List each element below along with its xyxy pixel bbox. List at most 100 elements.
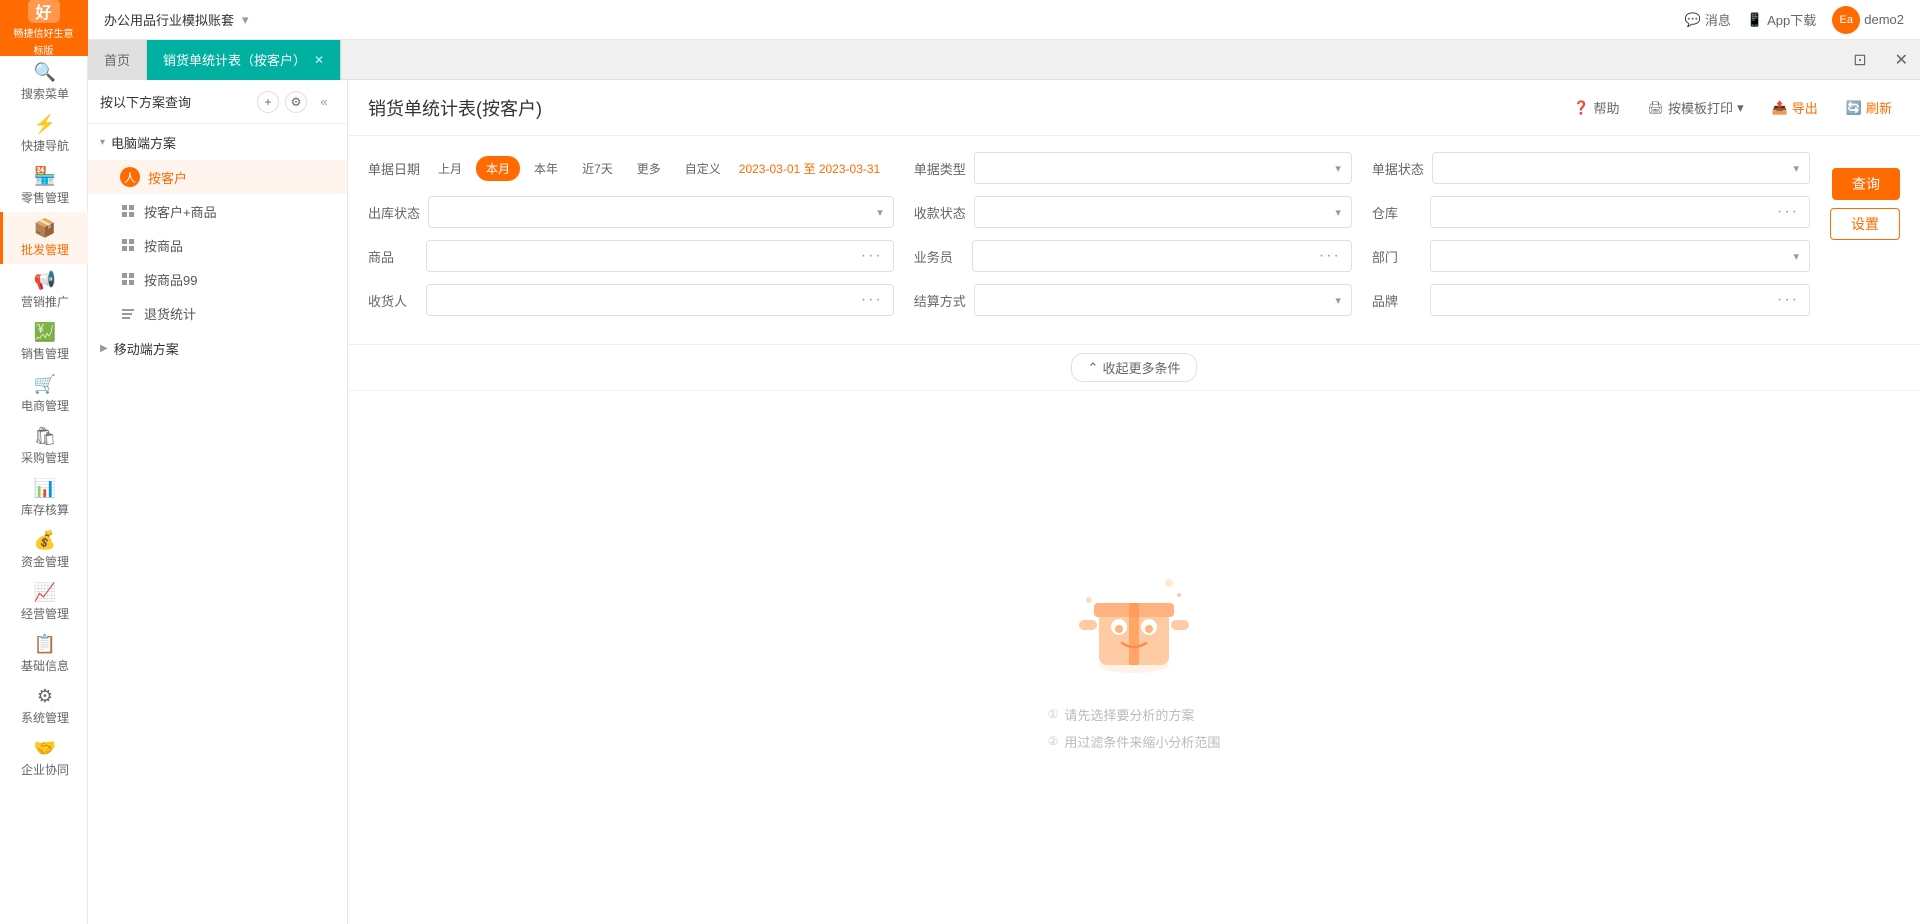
date-btn-this-year[interactable]: 本年 <box>524 156 568 181</box>
help-button[interactable]: ❓ 帮助 <box>1565 94 1627 121</box>
date-btn-custom[interactable]: 自定义 <box>675 156 731 181</box>
print-button[interactable]: 🖨 按模板打印 ▾ <box>1640 94 1752 121</box>
tab-home[interactable]: 首页 <box>88 40 147 80</box>
order-type-filter: 单据类型 ▾ <box>914 152 1352 184</box>
mobile-group-arrow: ▶ <box>100 343 108 354</box>
sidebar-item-system[interactable]: ⚙ 系统管理 <box>0 680 88 732</box>
app-download-label: App下载 <box>1767 10 1816 29</box>
scheme-item-by-customer[interactable]: 人 按客户 <box>88 160 347 194</box>
scheme-header-icons: + ⚙ « <box>257 91 335 113</box>
sidebar-label-collab: 企业协同 <box>21 761 69 778</box>
goods-select[interactable]: ··· <box>426 240 894 272</box>
sidebar-item-wholesale[interactable]: 📦 批发管理 <box>0 212 88 264</box>
scheme-item-return-stats[interactable]: 退货统计 <box>88 296 347 330</box>
app-download-button[interactable]: 📱 App下载 <box>1747 10 1816 29</box>
scheme-header-title: 按以下方案查询 <box>100 92 191 111</box>
payment-filter: 结算方式 ▾ <box>914 284 1352 316</box>
tab-maximize-button[interactable]: ⊡ <box>1841 50 1878 70</box>
settings-button[interactable]: 设置 <box>1830 208 1900 240</box>
export-button[interactable]: 📤 导出 <box>1764 94 1826 121</box>
payment-select[interactable]: ▾ <box>974 284 1352 316</box>
main-area: 办公用品行业模拟账套 ▾ 💬 消息 📱 App下载 Ea demo2 首页 <box>88 0 1920 924</box>
sidebar-item-search[interactable]: 🔍 搜索菜单 <box>0 56 88 108</box>
sales-icon: 💹 <box>34 322 56 343</box>
sidebar-item-quick-nav[interactable]: ⚡ 快捷导航 <box>0 108 88 160</box>
scheme-group-mobile: ▶ 移动端方案 <box>88 330 347 366</box>
tab-sales-report[interactable]: 销货单统计表（按客户） ✕ <box>147 40 341 80</box>
scheme-add-button[interactable]: + <box>257 91 279 113</box>
sidebar-label-purchase: 采购管理 <box>21 449 69 466</box>
window-close-button[interactable]: ✕ <box>1883 50 1920 70</box>
scheme-edit-button[interactable]: ⚙ <box>285 91 307 113</box>
inventory-icon: 📊 <box>34 478 56 499</box>
basic-info-icon: 📋 <box>34 634 56 655</box>
filter-area: 单据日期 上月 本月 本年 近7天 更多 自定义 2023-03-01 至 20… <box>348 136 1920 345</box>
empty-hint-2: ② 用过滤条件来缩小分析范围 <box>1048 732 1221 751</box>
sidebar-item-inventory[interactable]: 📊 库存核算 <box>0 472 88 524</box>
filter-row-2: 出库状态 ▾ 收款状态 ▾ <box>368 196 1810 228</box>
out-status-select[interactable]: ▾ <box>428 196 894 228</box>
order-status-select[interactable]: ▾ <box>1432 152 1810 184</box>
collapse-arrow-icon: ⌃ <box>1088 360 1099 376</box>
sidebar-item-basic-info[interactable]: 📋 基础信息 <box>0 628 88 680</box>
salesman-filter: 业务员 ··· <box>914 240 1352 272</box>
content-area: 按以下方案查询 + ⚙ « ▾ 电脑端方案 人 按客户 <box>88 80 1920 924</box>
logo-text: 畅捷信好生意 <box>14 25 74 40</box>
tab-home-label: 首页 <box>104 50 130 69</box>
help-icon: ❓ <box>1573 100 1589 116</box>
scheme-collapse-button[interactable]: « <box>313 91 335 113</box>
sidebar-item-sales[interactable]: 💹 销售管理 <box>0 316 88 368</box>
salesman-select[interactable]: ··· <box>972 240 1352 272</box>
sidebar-item-purchase[interactable]: 🛍 采购管理 <box>0 420 88 472</box>
logo-subtext: 标版 <box>34 42 54 57</box>
filter-row-4: 收货人 ··· 结算方式 ▾ <box>368 284 1810 316</box>
tab-bar: 首页 销货单统计表（按客户） ✕ ⊡ ✕ <box>88 40 1920 80</box>
scheme-item-by-goods-99[interactable]: 按商品99 <box>88 262 347 296</box>
query-button[interactable]: 查询 <box>1832 168 1900 200</box>
scheme-group-desktop-header[interactable]: ▾ 电脑端方案 <box>88 124 347 160</box>
sidebar-item-finance[interactable]: 💰 资金管理 <box>0 524 88 576</box>
sidebar-item-retail[interactable]: 🏪 零售管理 <box>0 160 88 212</box>
marketing-icon: 📢 <box>34 270 56 291</box>
brand-select[interactable]: ··· <box>1430 284 1810 316</box>
page-title: 销货单统计表(按客户) <box>368 95 542 121</box>
sidebar-item-marketing[interactable]: 📢 营销推广 <box>0 264 88 316</box>
out-status-chevron: ▾ <box>877 206 883 219</box>
scheme-item-by-goods[interactable]: 按商品 <box>88 228 347 262</box>
header-title: 办公用品行业模拟账套 <box>104 10 234 29</box>
date-btn-last-month[interactable]: 上月 <box>428 156 472 181</box>
tab-sales-report-label: 销货单统计表（按客户） <box>163 50 306 69</box>
payment-label: 结算方式 <box>914 291 966 310</box>
order-type-select[interactable]: ▾ <box>974 152 1352 184</box>
wholesale-icon: 📦 <box>34 218 56 239</box>
date-btn-more[interactable]: 更多 <box>627 156 671 181</box>
sidebar-label-wholesale: 批发管理 <box>21 241 69 258</box>
scheme-item-customer-goods[interactable]: 按客户+商品 <box>88 194 347 228</box>
order-status-chevron: ▾ <box>1793 162 1799 175</box>
scheme-group-mobile-header[interactable]: ▶ 移动端方案 <box>88 330 347 366</box>
collect-status-select[interactable]: ▾ <box>974 196 1352 228</box>
date-filter: 上月 本月 本年 近7天 更多 自定义 2023-03-01 至 2023-03… <box>428 156 894 181</box>
message-button[interactable]: 💬 消息 <box>1685 10 1731 29</box>
sidebar-label-search: 搜索菜单 <box>21 85 69 102</box>
refresh-button[interactable]: 🔄 刷新 <box>1838 94 1900 121</box>
sidebar-item-collab[interactable]: 🤝 企业协同 <box>0 732 88 784</box>
order-type-label: 单据类型 <box>914 159 966 178</box>
sidebar-label-marketing: 营销推广 <box>21 293 69 310</box>
recipient-select[interactable]: ··· <box>426 284 894 316</box>
recipient-label: 收货人 <box>368 291 418 310</box>
maximize-icon: ⊡ <box>1853 52 1866 69</box>
quick-nav-icon: ⚡ <box>34 114 56 135</box>
header-dropdown-icon[interactable]: ▾ <box>242 12 249 28</box>
tab-close-icon[interactable]: ✕ <box>314 53 324 67</box>
collapse-more-button[interactable]: ⌃ 收起更多条件 <box>1071 353 1198 382</box>
group-expand-icon: ▾ <box>100 137 105 148</box>
sidebar-item-ecommerce[interactable]: 🛒 电商管理 <box>0 368 88 420</box>
warehouse-select[interactable]: ··· <box>1430 196 1810 228</box>
header-right: 💬 消息 📱 App下载 Ea demo2 <box>1685 6 1904 34</box>
date-btn-this-month[interactable]: 本月 <box>476 156 520 181</box>
date-btn-last-7-days[interactable]: 近7天 <box>572 156 623 181</box>
user-profile[interactable]: Ea demo2 <box>1832 6 1904 34</box>
dept-select[interactable]: ▾ <box>1430 240 1810 272</box>
sidebar-item-management[interactable]: 📈 经营管理 <box>0 576 88 628</box>
